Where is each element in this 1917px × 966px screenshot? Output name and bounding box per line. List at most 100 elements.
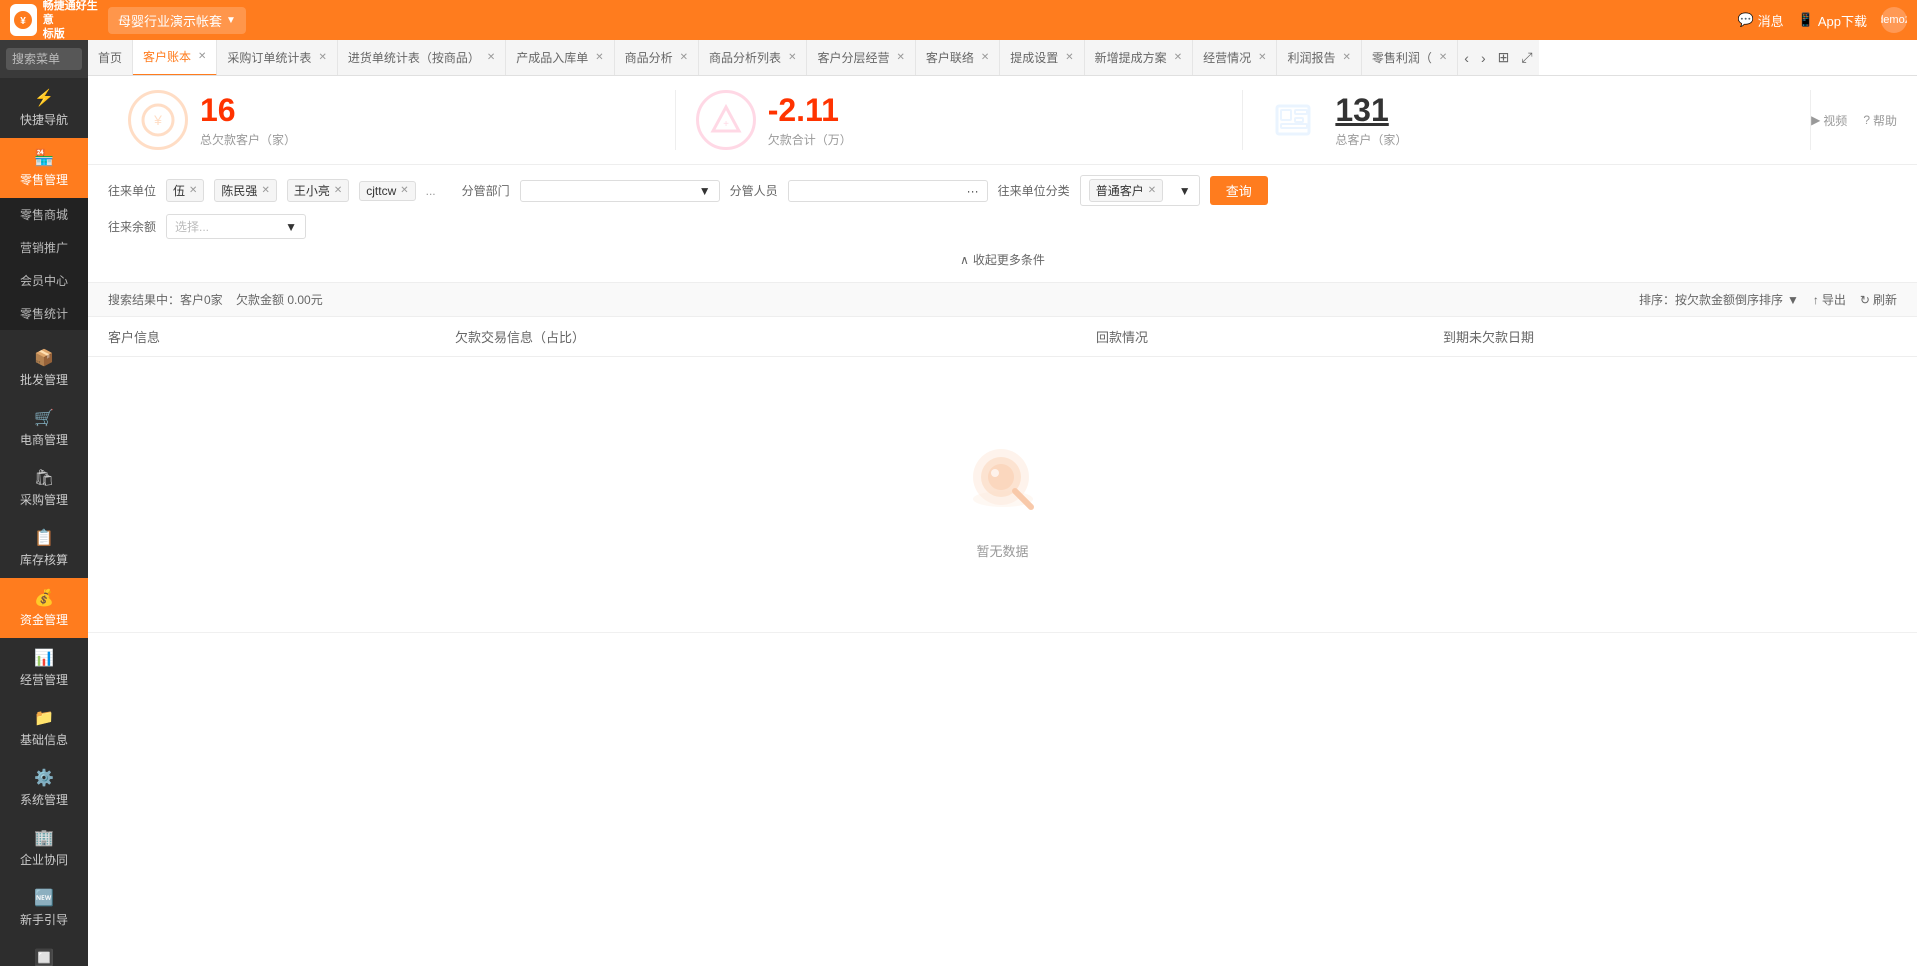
sidebar-item-guide[interactable]: 🆕 新手引导 bbox=[0, 878, 88, 938]
help-icon: ? bbox=[1863, 113, 1870, 127]
store-selector[interactable]: 母婴行业演示帐套 ▼ bbox=[108, 7, 246, 34]
search-input[interactable] bbox=[6, 48, 82, 70]
person-select[interactable]: ··· bbox=[788, 180, 988, 202]
tab-close-retail-profit[interactable]: ✕ bbox=[1439, 52, 1447, 63]
enterprise-icon: 🏢 bbox=[34, 828, 54, 848]
tab-nav-prev[interactable]: ‹ bbox=[1458, 40, 1475, 76]
content-area: 首页 客户账本 ✕ 采购订单统计表 ✕ 进货单统计表（按商品） ✕ 产成品入库单… bbox=[88, 40, 1917, 966]
empty-icon bbox=[953, 429, 1053, 529]
filter-tag-wang[interactable]: 王小亮 ✕ bbox=[287, 179, 349, 202]
remainder-select[interactable]: 选择... ▼ bbox=[166, 214, 306, 239]
sidebar-item-sys[interactable]: ⚙️ 系统管理 bbox=[0, 758, 88, 818]
sidebar-item-quick-nav[interactable]: ⚡ 快捷导航 bbox=[0, 78, 88, 138]
tab-close-product-analysis[interactable]: ✕ bbox=[680, 52, 688, 63]
sidebar-item-retail-mgmt[interactable]: 🏪 零售管理 bbox=[0, 138, 88, 198]
col-repayment: 回款情况 bbox=[1076, 317, 1423, 357]
store-selector-area: 母婴行业演示帐套 ▼ bbox=[98, 7, 1737, 34]
tab-close-biz-situation[interactable]: ✕ bbox=[1258, 52, 1266, 63]
sidebar-item-finance[interactable]: 💰 资金管理 bbox=[0, 578, 88, 638]
tab-product-analysis[interactable]: 商品分析 ✕ bbox=[615, 40, 699, 76]
overdue-customers-icon: ¥ bbox=[128, 90, 188, 150]
tab-close-customers[interactable]: ✕ bbox=[198, 51, 206, 62]
finance-icon: 💰 bbox=[34, 588, 54, 608]
tab-close-profit-report[interactable]: ✕ bbox=[1343, 52, 1351, 63]
tab-cost-inbound[interactable]: 产成品入库单 ✕ bbox=[506, 40, 614, 76]
total-customers-label: 总客户（家） bbox=[1335, 131, 1407, 148]
video-link[interactable]: ▶ 视频 bbox=[1811, 112, 1847, 129]
refresh-button[interactable]: ↻ 刷新 bbox=[1860, 291, 1897, 308]
filter-tag-cjttcw[interactable]: cjttcw ✕ bbox=[359, 181, 415, 201]
tab-close-customer-segment[interactable]: ✕ bbox=[896, 52, 904, 63]
sidebar-item-ecom[interactable]: 🛒 电商管理 bbox=[0, 398, 88, 458]
messages-button[interactable]: 💬 消息 bbox=[1737, 11, 1783, 30]
tab-nav-expand[interactable]: ⊞ bbox=[1492, 40, 1516, 76]
remainder-placeholder: 选择... bbox=[175, 218, 209, 235]
dept-label: 分管部门 bbox=[462, 182, 510, 199]
sidebar-item-purchase[interactable]: 🛍 采购管理 bbox=[0, 458, 88, 518]
summary-section: ¥ 16 总欠款客户（家） + bbox=[88, 76, 1917, 165]
tab-close-cost-inbound[interactable]: ✕ bbox=[595, 52, 603, 63]
help-link[interactable]: ? 帮助 bbox=[1863, 112, 1897, 129]
remove-tag-wang[interactable]: ✕ bbox=[334, 185, 342, 196]
tab-inbound-stats[interactable]: 进货单统计表（按商品） ✕ bbox=[338, 40, 506, 76]
results-bar: 搜索结果中：客户0家 欠款金额 0.00元 排序：按欠款金额倒序排序 ▼ ↑ 导… bbox=[88, 283, 1917, 317]
data-table: 客户信息 欠款交易信息（占比） 回款情况 到期未欠款日期 bbox=[88, 317, 1917, 633]
tab-customers[interactable]: 客户账本 ✕ bbox=[133, 40, 217, 76]
remove-category-tag[interactable]: ✕ bbox=[1148, 185, 1156, 196]
collapse-btn[interactable]: ∧ 收起更多条件 bbox=[108, 247, 1897, 272]
tab-home[interactable]: 首页 bbox=[88, 40, 133, 76]
sidebar-item-basic[interactable]: 📁 基础信息 bbox=[0, 698, 88, 758]
tab-profit-report[interactable]: 利润报告 ✕ bbox=[1277, 40, 1361, 76]
sidebar-sub-item-retail-stats[interactable]: 零售统计 bbox=[0, 297, 88, 330]
total-amount-label: 欠款合计（万） bbox=[768, 131, 852, 148]
dept-dropdown-icon: ▼ bbox=[699, 184, 711, 198]
tab-product-analysis-list[interactable]: 商品分析列表 ✕ bbox=[699, 40, 807, 76]
sidebar-sub-item-marketing[interactable]: 营销推广 bbox=[0, 231, 88, 264]
category-select[interactable]: 普通客户 ✕ ▼ bbox=[1080, 175, 1200, 206]
filter-tag-wu[interactable]: 伍 ✕ bbox=[166, 179, 204, 202]
remainder-dropdown-icon: ▼ bbox=[285, 220, 297, 234]
tab-close-new-boost-plan[interactable]: ✕ bbox=[1174, 52, 1182, 63]
dept-select[interactable]: ▼ bbox=[520, 180, 720, 202]
remove-tag-wu[interactable]: ✕ bbox=[189, 185, 197, 196]
more-tags-btn[interactable]: ... bbox=[426, 184, 436, 198]
sort-select[interactable]: 排序：按欠款金额倒序排序 ▼ bbox=[1639, 291, 1799, 308]
remove-tag-cjttcw[interactable]: ✕ bbox=[400, 185, 408, 196]
remove-tag-chen[interactable]: ✕ bbox=[261, 185, 269, 196]
tab-boost-settings[interactable]: 提成设置 ✕ bbox=[1000, 40, 1084, 76]
tab-nav-fullscreen[interactable]: ⤢ bbox=[1515, 40, 1538, 76]
filter-row-1: 往来单位 伍 ✕ 陈民强 ✕ 王小亮 ✕ bbox=[108, 175, 1897, 206]
tab-purchase-orders[interactable]: 采购订单统计表 ✕ bbox=[217, 40, 337, 76]
tab-retail-profit[interactable]: 零售利润（ ✕ bbox=[1362, 40, 1458, 76]
category-tag[interactable]: 普通客户 ✕ bbox=[1089, 179, 1163, 202]
export-button[interactable]: ↑ 导出 bbox=[1813, 291, 1846, 308]
quick-nav-icon: ⚡ bbox=[34, 88, 54, 108]
svg-text:+: + bbox=[723, 119, 729, 130]
sidebar-sub-item-member[interactable]: 会员中心 bbox=[0, 264, 88, 297]
tab-close-inbound-stats[interactable]: ✕ bbox=[487, 52, 495, 63]
wholesale-icon: 📦 bbox=[34, 348, 54, 368]
sidebar-item-ops[interactable]: 📊 经营管理 bbox=[0, 638, 88, 698]
tab-customer-contact[interactable]: 客户联络 ✕ bbox=[916, 40, 1000, 76]
tab-close-customer-contact[interactable]: ✕ bbox=[981, 52, 989, 63]
sidebar-item-enterprise[interactable]: 🏢 企业协同 bbox=[0, 818, 88, 878]
sidebar-item-wholesale[interactable]: 📦 批发管理 bbox=[0, 338, 88, 398]
remainder-label: 往来余额 bbox=[108, 218, 156, 235]
tab-new-boost-plan[interactable]: 新增提成方案 ✕ bbox=[1085, 40, 1193, 76]
user-avatar-area[interactable]: demo2 bbox=[1881, 7, 1907, 33]
query-button[interactable]: 查询 bbox=[1210, 176, 1268, 205]
tab-customer-segment[interactable]: 客户分层经营 ✕ bbox=[807, 40, 915, 76]
person-label: 分管人员 bbox=[730, 182, 778, 199]
tab-close-boost-settings[interactable]: ✕ bbox=[1065, 52, 1073, 63]
app-download-button[interactable]: 📱 App下载 bbox=[1798, 11, 1867, 30]
tab-close-purchase-orders[interactable]: ✕ bbox=[318, 52, 326, 63]
sort-label: 排序：按欠款金额倒序排序 bbox=[1639, 291, 1783, 308]
guide-icon: 🆕 bbox=[34, 888, 54, 908]
tab-biz-situation[interactable]: 经营情况 ✕ bbox=[1193, 40, 1277, 76]
sidebar-item-inventory[interactable]: 📋 库存核算 bbox=[0, 518, 88, 578]
sidebar-item-app-center[interactable]: 🔲 应用中心 bbox=[0, 938, 88, 966]
sidebar-sub-item-retail-mall[interactable]: 零售商城 bbox=[0, 198, 88, 231]
tab-close-product-analysis-list[interactable]: ✕ bbox=[788, 52, 796, 63]
filter-tag-chen[interactable]: 陈民强 ✕ bbox=[214, 179, 276, 202]
tab-nav-next[interactable]: › bbox=[1475, 40, 1492, 76]
